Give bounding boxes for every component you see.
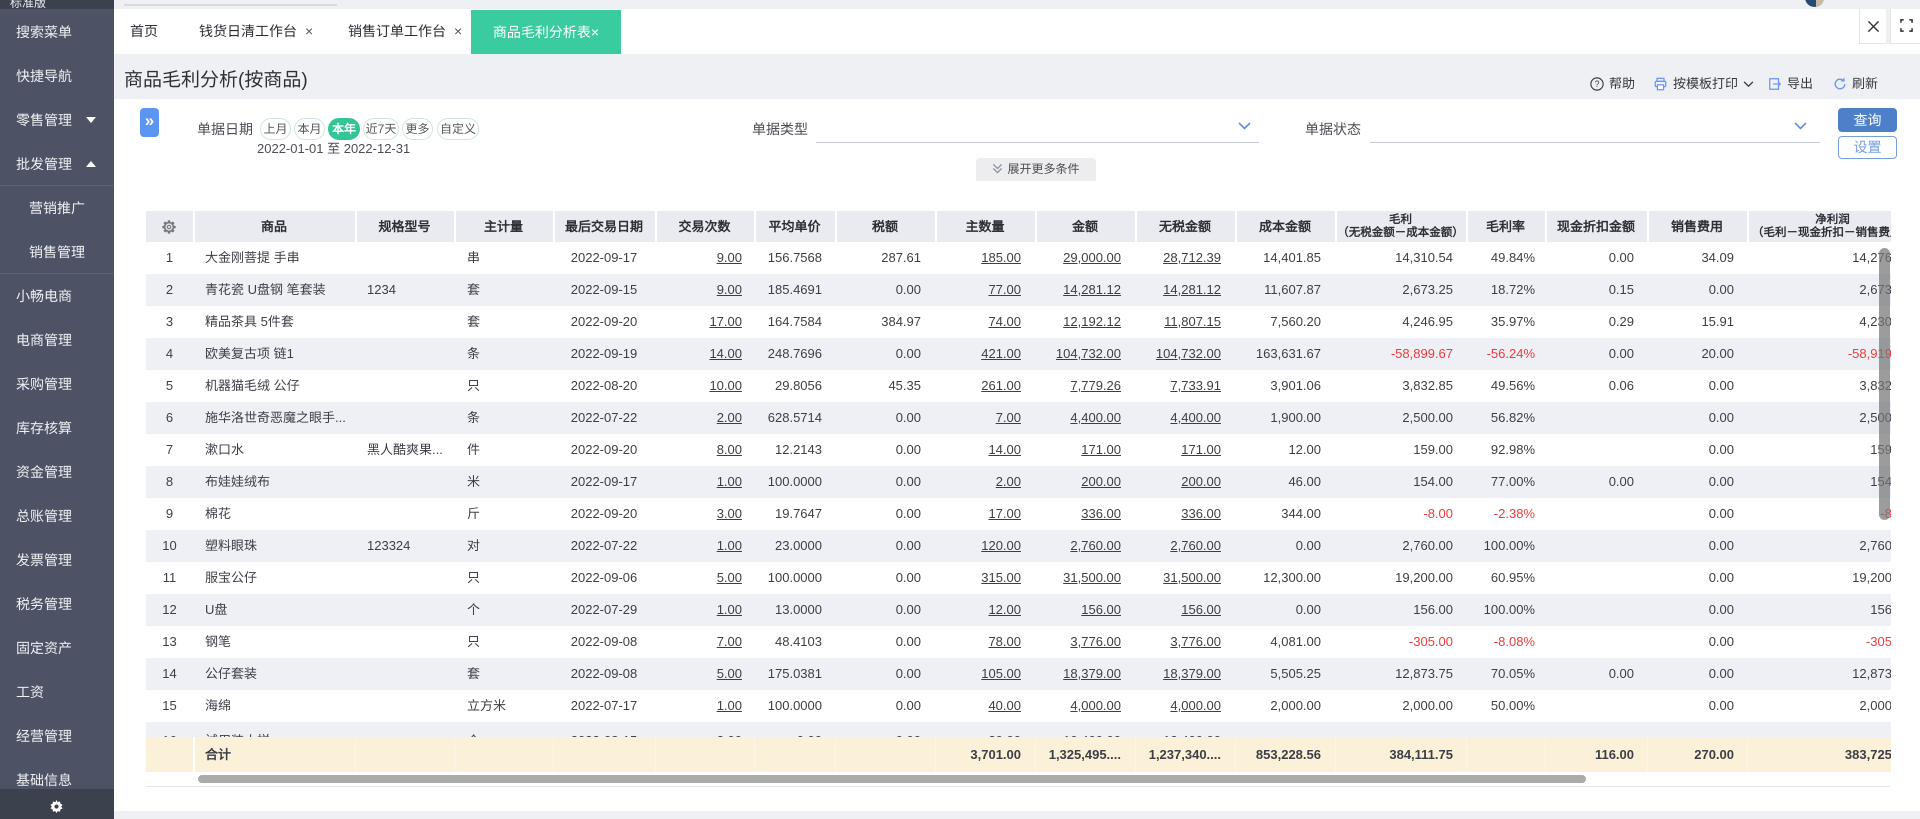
svg-text:?: ? [1595, 79, 1600, 89]
